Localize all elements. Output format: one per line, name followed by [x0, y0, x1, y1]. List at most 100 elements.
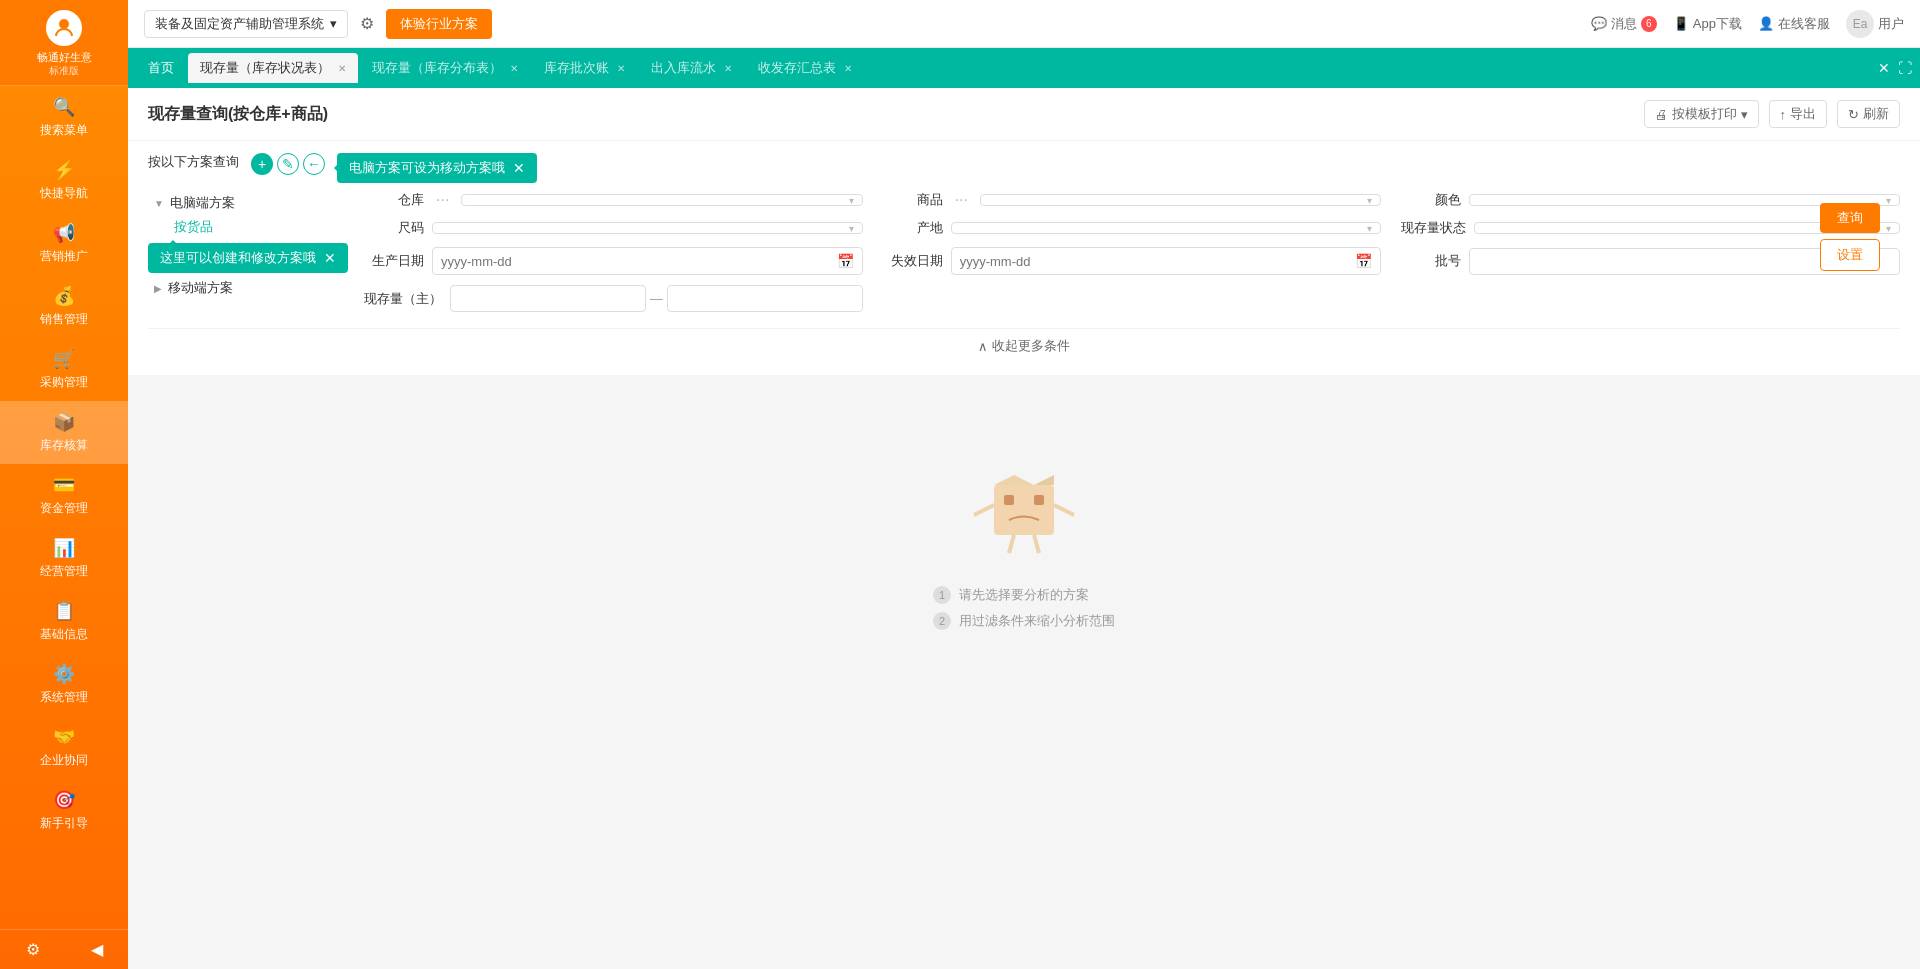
tab-close-icon[interactable]: ✕ [510, 63, 518, 74]
notification-item[interactable]: 💬 消息 6 [1591, 15, 1657, 33]
tab-label: 出入库流水 [651, 59, 716, 77]
mobile-scheme-item[interactable]: ▶ 移动端方案 [148, 273, 348, 300]
origin-label: 产地 [883, 219, 943, 237]
warehouse-dots[interactable]: ··· [436, 191, 449, 209]
experience-button[interactable]: 体验行业方案 [386, 9, 492, 39]
scheme-tooltip: 电脑方案可设为移动方案哦 ✕ [337, 153, 537, 183]
desktop-scheme-item[interactable]: ▼ 电脑端方案 [148, 191, 348, 215]
tab-batch-account[interactable]: 库存批次账 ✕ [532, 53, 637, 83]
size-select[interactable]: ▾ [432, 222, 863, 234]
sidebar-item-operations[interactable]: 📊 经营管理 [0, 527, 128, 590]
step2-text: 用过滤条件来缩小分析范围 [959, 612, 1115, 630]
reset-button[interactable]: 设置 [1820, 239, 1880, 271]
sidebar-item-purchase[interactable]: 🛒 采购管理 [0, 338, 128, 401]
page-title: 现存量查询(按仓库+商品) [148, 104, 328, 125]
export-label: 导出 [1790, 105, 1816, 123]
scheme-item-goods[interactable]: 按货品 [168, 215, 348, 239]
back-scheme-btn[interactable]: ← [303, 153, 325, 175]
empty-step-1: 1 请先选择要分析的方案 [933, 586, 1115, 604]
tab-close-icon[interactable]: ✕ [724, 63, 732, 74]
warehouse-select[interactable]: ▾ [461, 194, 862, 206]
production-date-label: 生产日期 [364, 252, 424, 270]
tab-bar-right: ✕ ⛶ [1878, 60, 1912, 76]
expiry-date-text[interactable] [960, 254, 1356, 269]
production-date-text[interactable] [441, 254, 837, 269]
logo-text: 畅通好生意 标准版 [37, 50, 92, 77]
collapse-icon: ∧ [978, 339, 988, 354]
refresh-label: 刷新 [1863, 105, 1889, 123]
sidebar-item-finance[interactable]: 💳 资金管理 [0, 464, 128, 527]
avatar: Ea [1846, 10, 1874, 38]
tab-in-out-flow[interactable]: 出入库流水 ✕ [639, 53, 744, 83]
sidebar-item-newbie[interactable]: 🎯 新手引导 [0, 779, 128, 842]
sidebar-item-inventory[interactable]: 📦 库存核算 [0, 401, 128, 464]
sidebar-logo: 畅通好生意 标准版 [0, 0, 128, 86]
tab-close-icon[interactable]: ✕ [617, 63, 625, 74]
origin-select[interactable]: ▾ [951, 222, 1382, 234]
sidebar-item-search-menu[interactable]: 🔍 搜索菜单 [0, 86, 128, 149]
tab-bar: 首页 现存量（库存状况表） ✕ 现存量（库存分布表） ✕ 库存批次账 ✕ 出入库… [128, 48, 1920, 88]
svg-point-0 [59, 19, 69, 29]
tab-inventory-dist[interactable]: 现存量（库存分布表） ✕ [360, 53, 530, 83]
page-actions: 🖨 按模板打印 ▾ ↑ 导出 ↻ 刷新 [1644, 100, 1901, 128]
main-content: 装备及固定资产辅助管理系统 ▾ ⚙ 体验行业方案 💬 消息 6 📱 App下载 … [128, 0, 1920, 969]
calendar-icon: 📅 [1355, 253, 1372, 269]
stock-main-min[interactable] [450, 285, 646, 312]
collapse-row[interactable]: ∧ 收起更多条件 [148, 328, 1900, 363]
tab-close-all-btn[interactable]: ✕ [1878, 60, 1890, 76]
tab-fullscreen-btn[interactable]: ⛶ [1898, 60, 1912, 76]
size-label: 尺码 [364, 219, 424, 237]
chevron-down-icon: ▾ [1741, 107, 1748, 122]
export-btn[interactable]: ↑ 导出 [1769, 100, 1828, 128]
sidebar-item-sales[interactable]: 💰 销售管理 [0, 275, 128, 338]
collapse-btn[interactable]: ◀ [91, 940, 103, 959]
logo-icon [46, 10, 82, 46]
tab-close-icon[interactable]: ✕ [338, 63, 346, 74]
tab-delivery-summary[interactable]: 收发存汇总表 ✕ [746, 53, 864, 83]
online-service-item[interactable]: 👤 在线客服 [1758, 15, 1830, 33]
chevron-down-icon: ▾ [330, 16, 337, 31]
sidebar-item-label: 库存核算 [40, 437, 88, 454]
sidebar-item-quick-nav[interactable]: ⚡ 快捷导航 [0, 149, 128, 212]
sidebar-item-enterprise[interactable]: 🤝 企业协同 [0, 716, 128, 779]
service-icon: 👤 [1758, 16, 1774, 31]
search-button[interactable]: 查询 [1820, 203, 1880, 233]
sidebar-item-label: 资金管理 [40, 500, 88, 517]
sidebar-item-label: 企业协同 [40, 752, 88, 769]
goods-dots[interactable]: ··· [955, 191, 968, 209]
stock-main-max[interactable] [667, 285, 863, 312]
production-date-input[interactable]: 📅 [432, 247, 863, 275]
settings-bottom-btn[interactable]: ⚙ [26, 940, 40, 959]
export-icon: ↑ [1780, 107, 1787, 122]
tab-close-icon[interactable]: ✕ [844, 63, 852, 74]
print-btn[interactable]: 🖨 按模板打印 ▾ [1644, 100, 1759, 128]
sidebar-item-system[interactable]: ⚙️ 系统管理 [0, 653, 128, 716]
svg-rect-1 [994, 485, 1054, 535]
expiry-date-input[interactable]: 📅 [951, 247, 1382, 275]
system-selector[interactable]: 装备及固定资产辅助管理系统 ▾ [144, 10, 348, 38]
goods-select[interactable]: ▾ [980, 194, 1381, 206]
color-label: 颜色 [1401, 191, 1461, 209]
user-item[interactable]: Ea 用户 [1846, 10, 1904, 38]
sidebar-item-marketing[interactable]: 📢 营销推广 [0, 212, 128, 275]
tooltip-close-btn[interactable]: ✕ [513, 160, 525, 176]
expiry-date-label: 失效日期 [883, 252, 943, 270]
stock-status-label: 现存量状态 [1401, 219, 1466, 237]
notification-label: 消息 [1611, 15, 1637, 33]
step-num-1: 1 [933, 586, 951, 604]
sidebar-item-basics[interactable]: 📋 基础信息 [0, 590, 128, 653]
svg-rect-2 [1004, 495, 1014, 505]
quick-nav-icon: ⚡ [53, 159, 75, 181]
tab-home[interactable]: 首页 [136, 53, 186, 83]
sidebar-item-label: 搜索菜单 [40, 122, 88, 139]
empty-step-2: 2 用过滤条件来缩小分析范围 [933, 612, 1115, 630]
app-download-item[interactable]: 📱 App下载 [1673, 15, 1742, 33]
empty-illustration [964, 455, 1084, 555]
edit-tooltip-close-btn[interactable]: ✕ [324, 250, 336, 266]
enterprise-icon: 🤝 [53, 726, 75, 748]
edit-scheme-btn[interactable]: ✎ [277, 153, 299, 175]
tab-inventory-status[interactable]: 现存量（库存状况表） ✕ [188, 53, 358, 83]
add-scheme-btn[interactable]: + [251, 153, 273, 175]
gear-button[interactable]: ⚙ [360, 14, 374, 33]
refresh-btn[interactable]: ↻ 刷新 [1837, 100, 1900, 128]
